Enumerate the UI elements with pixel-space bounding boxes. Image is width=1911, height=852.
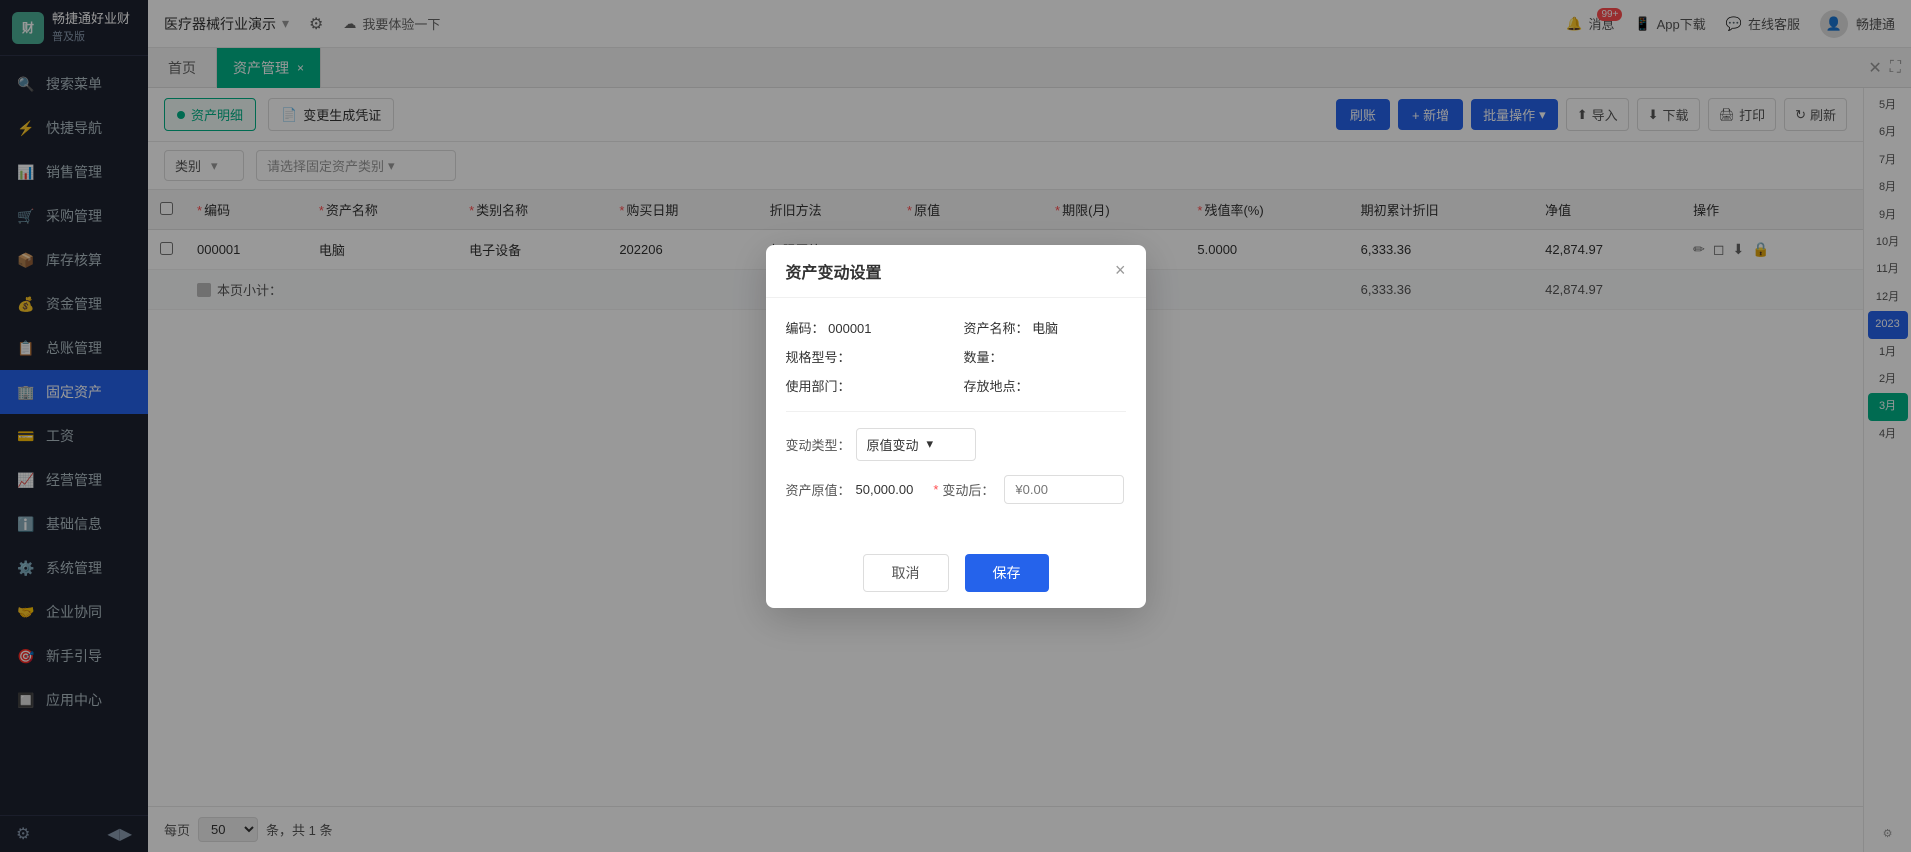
- modal-asset-value-label: 资产原值：: [786, 480, 856, 499]
- modal-location-field: 存放地点：: [964, 376, 1126, 395]
- modal-close-button[interactable]: ×: [1115, 260, 1126, 281]
- modal-body: 编码： 000001 资产名称： 电脑 规格型号： 数量： 使用部门：: [766, 298, 1146, 538]
- modal-asset-name-label: 资产名称：: [964, 321, 1029, 336]
- modal-dept-label: 使用部门：: [786, 379, 851, 394]
- modal-quantity-label: 数量：: [964, 350, 1003, 365]
- modal-change-type-field: 变动类型： 原值变动 ▾: [786, 428, 1126, 461]
- modal-header: 资产变动设置 ×: [766, 245, 1146, 298]
- modal-code-field: 编码： 000001: [786, 318, 948, 337]
- modal-asset-value-field: 资产原值： 50,000.00 * 变动后：: [786, 475, 1126, 504]
- modal-footer: 取消 保存: [766, 538, 1146, 608]
- modal-change-type-select[interactable]: 原值变动 ▾: [856, 428, 976, 461]
- asset-change-modal: 资产变动设置 × 编码： 000001 资产名称： 电脑 规格型号： 数量：: [766, 245, 1146, 608]
- after-change-input[interactable]: [1004, 475, 1124, 504]
- modal-change-type-arrow: ▾: [927, 436, 934, 452]
- required-star: *: [933, 482, 938, 497]
- modal-asset-value-value: 50,000.00: [856, 482, 914, 497]
- modal-dept-field: 使用部门：: [786, 376, 948, 395]
- modal-spec-field: 规格型号：: [786, 347, 948, 366]
- modal-asset-name-field: 资产名称： 电脑: [964, 318, 1126, 337]
- modal-after-change-label: 变动后：: [942, 480, 994, 499]
- modal-location-label: 存放地点：: [964, 379, 1029, 394]
- modal-spec-label: 规格型号：: [786, 350, 851, 365]
- modal-info-grid: 编码： 000001 资产名称： 电脑 规格型号： 数量： 使用部门：: [786, 318, 1126, 412]
- modal-overlay[interactable]: 资产变动设置 × 编码： 000001 资产名称： 电脑 规格型号： 数量：: [0, 0, 1911, 852]
- modal-change-type-value: 原值变动: [867, 435, 919, 454]
- modal-code-label: 编码：: [786, 321, 825, 336]
- modal-title: 资产变动设置: [786, 259, 882, 283]
- save-button[interactable]: 保存: [965, 554, 1049, 592]
- modal-asset-name-value: 电脑: [1032, 321, 1058, 336]
- modal-change-type-label: 变动类型：: [786, 435, 856, 454]
- modal-code-value: 000001: [828, 321, 871, 336]
- modal-after-change-container: * 变动后：: [933, 475, 1124, 504]
- modal-quantity-field: 数量：: [964, 347, 1126, 366]
- cancel-button[interactable]: 取消: [863, 554, 949, 592]
